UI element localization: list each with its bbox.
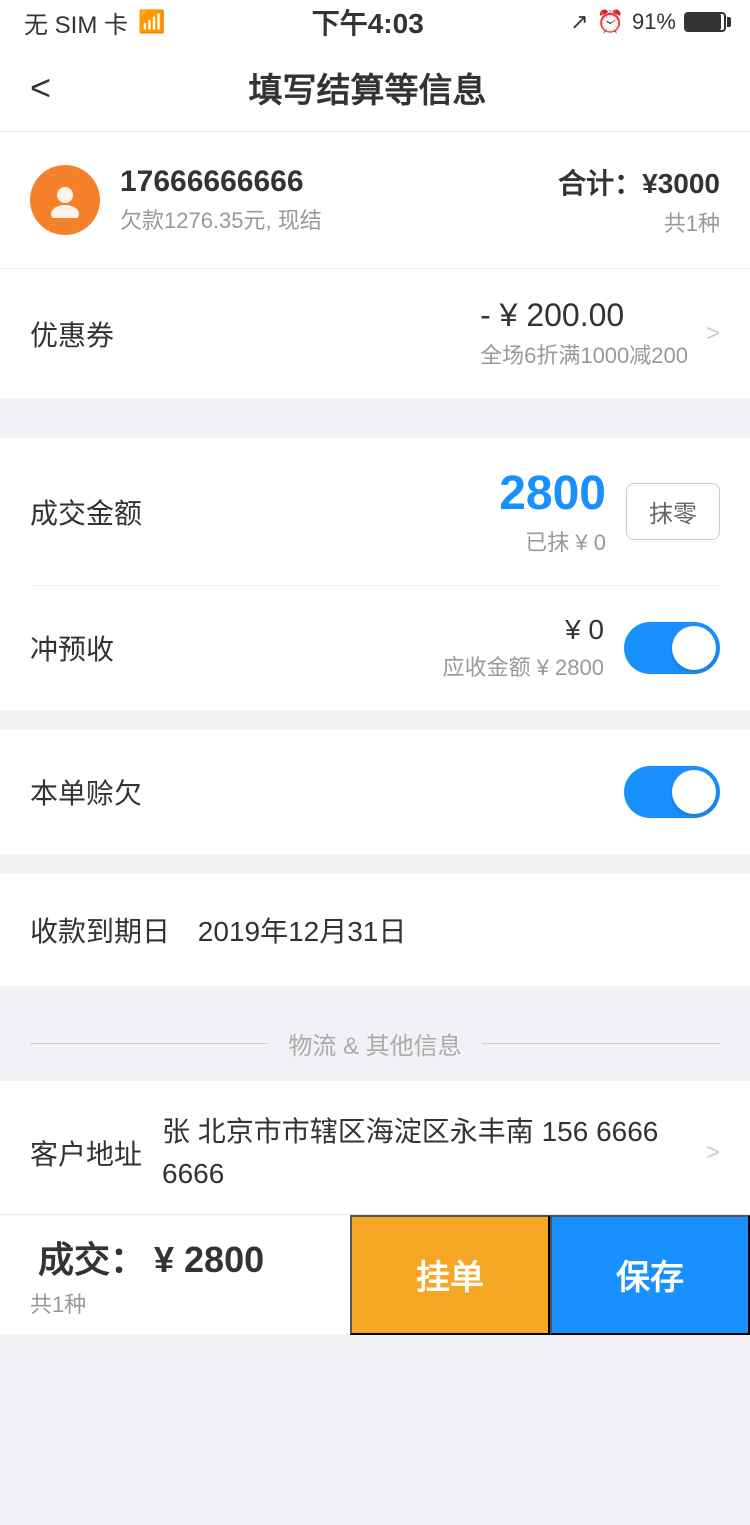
toggle-knob (672, 626, 716, 670)
pending-button[interactable]: 挂单 (350, 1215, 550, 1335)
debt-label: 本单赊欠 (30, 772, 142, 812)
deal-prefix: 成交： (38, 1239, 146, 1280)
amount-right: 2800 已抹 ¥ 0 抹零 (499, 466, 720, 557)
customer-card: 17666666666 欠款1276.35元, 现结 合计：¥3000 共1种 … (0, 132, 750, 398)
coupon-label: 优惠券 (30, 314, 114, 354)
page-title: 填写结算等信息 (71, 63, 664, 112)
battery-fill (686, 14, 721, 30)
bottom-deal-row: 成交：¥ 2800 (30, 1231, 320, 1283)
coupon-row[interactable]: 优惠券 - ¥ 200.00 全场6折满1000减200 > (0, 269, 750, 398)
section-divider-2 (0, 710, 750, 730)
logistics-line-left (30, 1043, 268, 1044)
prepay-amount-block: ¥ 0 应收金额 ¥ 2800 (443, 614, 604, 682)
save-button[interactable]: 保存 (550, 1215, 750, 1335)
prepay-due: 应收金额 ¥ 2800 (443, 650, 604, 682)
prepay-row: 冲预收 ¥ 0 应收金额 ¥ 2800 (30, 586, 720, 710)
prepay-toggle[interactable] (624, 622, 720, 674)
debt-toggle[interactable] (624, 766, 720, 818)
alarm-icon: ⏰ (597, 9, 624, 35)
debt-section: 本单赊欠 (0, 730, 750, 854)
deal-amount: ¥ 2800 (154, 1239, 264, 1280)
total-amount: 合计：¥3000 (558, 162, 720, 202)
coupon-discount: - ¥ 200.00 (480, 297, 688, 334)
amount-label: 成交金额 (30, 492, 142, 532)
status-bar: 无 SIM 卡 📶 下午4:03 ↗ ⏰ 91% (0, 0, 750, 44)
customer-left: 17666666666 欠款1276.35元, 现结 (30, 165, 322, 235)
coupon-detail: 全场6折满1000减200 (480, 338, 688, 370)
address-label: 客户地址 (30, 1133, 142, 1173)
prepay-right: ¥ 0 应收金额 ¥ 2800 (443, 614, 720, 682)
status-time: 下午4:03 (312, 2, 424, 42)
nav-bar: < 填写结算等信息 (0, 44, 750, 132)
wifi-icon: 📶 (138, 9, 165, 35)
section-divider-1 (0, 418, 750, 438)
bottom-bar: 成交：¥ 2800 共1种 挂单 保存 (0, 1214, 750, 1334)
due-date-label: 收款到期日 (30, 916, 170, 947)
battery-icon (684, 12, 726, 32)
prepay-amount: ¥ 0 (443, 614, 604, 646)
coupon-info: - ¥ 200.00 全场6折满1000减200 (480, 297, 688, 370)
amount-row: 成交金额 2800 已抹 ¥ 0 抹零 (30, 438, 720, 586)
customer-row: 17666666666 欠款1276.35元, 现结 合计：¥3000 共1种 (0, 132, 750, 269)
prepay-label: 冲预收 (30, 628, 114, 668)
bottom-count: 共1种 (30, 1287, 320, 1319)
status-right: ↗ ⏰ 91% (570, 9, 726, 35)
address-chevron-icon: > (706, 1139, 720, 1167)
total-count: 共1种 (558, 206, 720, 238)
back-button[interactable]: < (30, 67, 51, 109)
amount-value: 2800 (499, 466, 606, 521)
battery-percent: 91% (632, 9, 676, 35)
bottom-summary: 成交：¥ 2800 共1种 (0, 1231, 350, 1319)
coupon-right: - ¥ 200.00 全场6折满1000减200 > (480, 297, 720, 370)
address-section[interactable]: 客户地址 张 北京市市辖区海淀区永丰南 156 6666 6666 > (0, 1081, 750, 1225)
avatar (30, 165, 100, 235)
round-button[interactable]: 抹零 (626, 483, 720, 540)
customer-note: 欠款1276.35元, 现结 (120, 203, 322, 235)
customer-phone: 17666666666 (120, 165, 322, 199)
due-date-value: 2019年12月31日 (198, 916, 407, 947)
amount-block: 2800 已抹 ¥ 0 (499, 466, 606, 557)
status-left: 无 SIM 卡 📶 (24, 5, 165, 40)
no-sim-label: 无 SIM 卡 (24, 5, 128, 40)
logistics-line-right (482, 1043, 720, 1044)
debt-row: 本单赊欠 (30, 730, 720, 854)
address-content: 张 北京市市辖区海淀区永丰南 156 6666 6666 (162, 1111, 698, 1195)
debt-toggle-knob (672, 770, 716, 814)
coupon-chevron-icon: > (706, 320, 720, 348)
due-date-section: 收款到期日 2019年12月31日 (0, 874, 750, 986)
customer-info: 17666666666 欠款1276.35元, 现结 (120, 165, 322, 235)
logistics-divider: 物流 & 其他信息 (0, 1006, 750, 1081)
location-icon: ↗ (570, 9, 588, 35)
logistics-label: 物流 & 其他信息 (268, 1026, 481, 1061)
customer-right: 合计：¥3000 共1种 (558, 162, 720, 238)
amount-section: 成交金额 2800 已抹 ¥ 0 抹零 冲预收 ¥ 0 应收金额 ¥ 2800 (0, 438, 750, 710)
amount-sub: 已抹 ¥ 0 (499, 525, 606, 557)
